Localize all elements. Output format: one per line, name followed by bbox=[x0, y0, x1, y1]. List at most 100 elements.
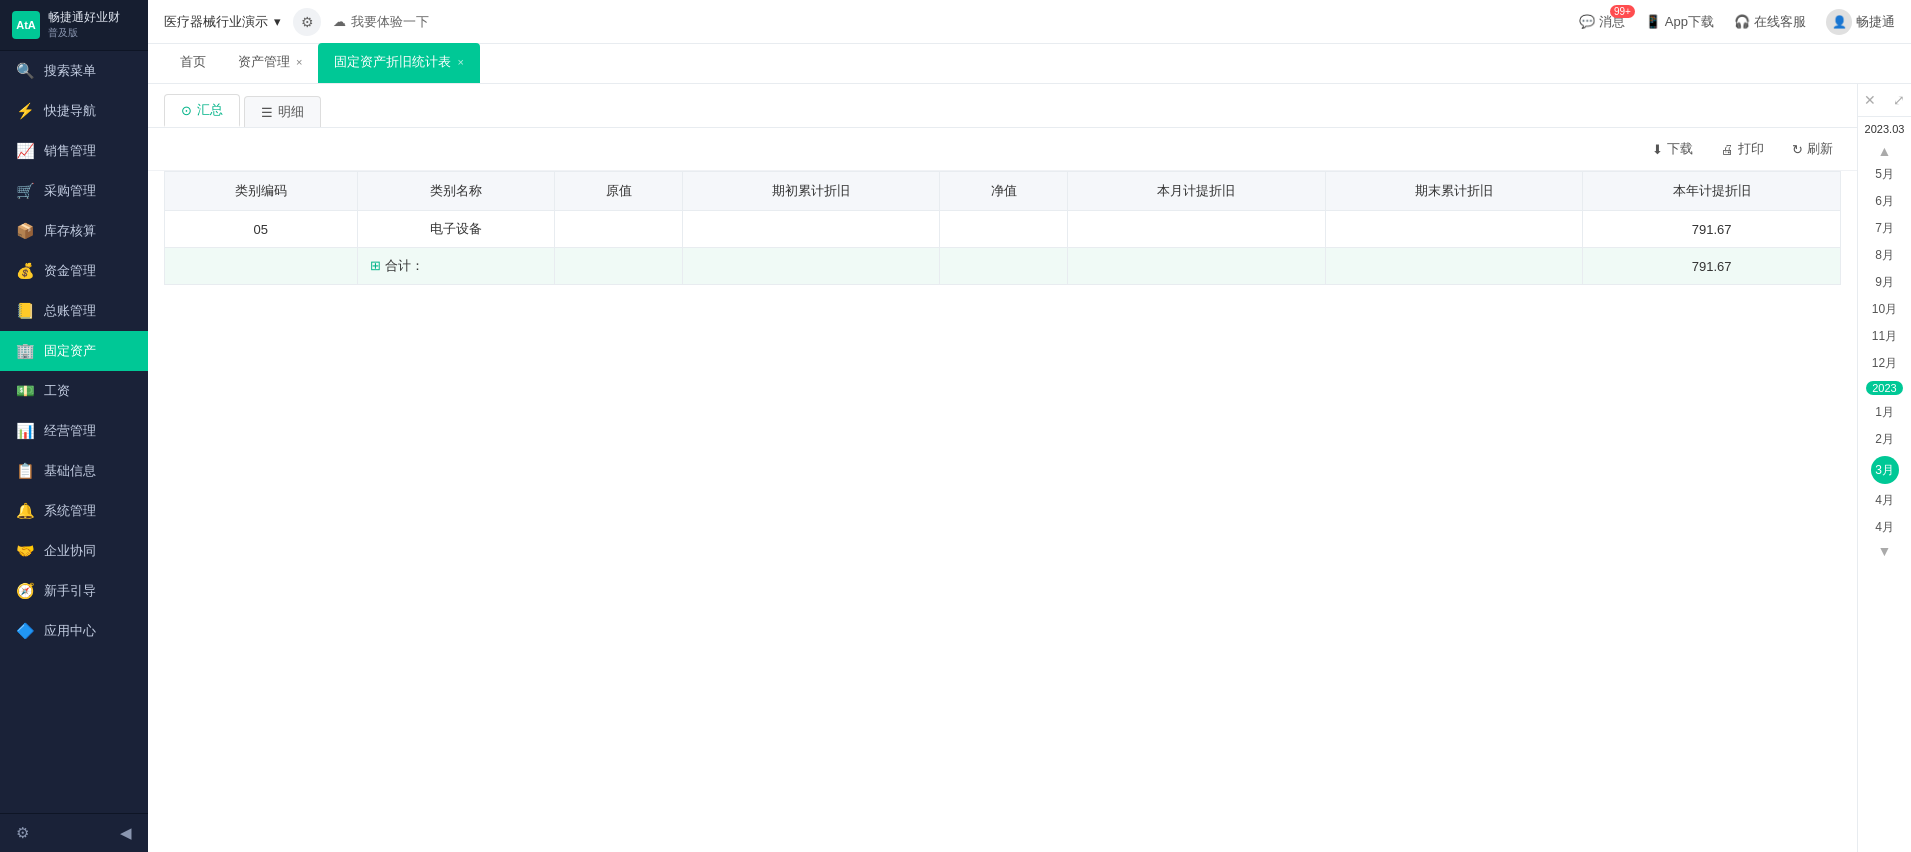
sidebar-icon-app-center: 🔷 bbox=[16, 622, 34, 640]
sidebar-icon-quick-nav: ⚡ bbox=[16, 102, 34, 120]
sidebar-item-funds[interactable]: 💰 资金管理 bbox=[0, 251, 148, 291]
tab-asset-management[interactable]: 资产管理× bbox=[222, 43, 318, 83]
panel-close-icon[interactable]: ✕ bbox=[1862, 90, 1878, 110]
col-yearly-depreciation: 本年计提折旧 bbox=[1583, 172, 1841, 211]
total-cell-monthly bbox=[1067, 248, 1325, 285]
sidebar-label-enterprise: 企业协同 bbox=[44, 542, 96, 560]
sub-tab-detail[interactable]: ☰ 明细 bbox=[244, 96, 321, 127]
sidebar-item-fixed-assets[interactable]: 🏢 固定资产 bbox=[0, 331, 148, 371]
sidebar-item-sales[interactable]: 📈 销售管理 bbox=[0, 131, 148, 171]
sidebar-item-search[interactable]: 🔍 搜索菜单 bbox=[0, 51, 148, 91]
right-panel: ✕ ⤢ 2023.03 ▲ 5月6月7月8月9月10月11月12月 2023 1… bbox=[1857, 84, 1911, 852]
sidebar-item-system[interactable]: 🔔 系统管理 bbox=[0, 491, 148, 531]
scroll-up-icon[interactable]: ▲ bbox=[1876, 141, 1894, 161]
panel-expand-icon[interactable]: ⤢ bbox=[1891, 90, 1907, 110]
experience-btn[interactable]: ☁ 我要体验一下 bbox=[333, 13, 429, 31]
month-item-2月[interactable]: 2月 bbox=[1871, 426, 1899, 453]
sidebar-app-subtitle: 普及版 bbox=[48, 26, 120, 40]
cell-yearly-0: 791.67 bbox=[1583, 211, 1841, 248]
sub-tab-summary[interactable]: ⊙ 汇总 bbox=[164, 94, 240, 127]
sub-tab-label-detail: 明细 bbox=[278, 103, 304, 121]
col-original-value: 原值 bbox=[555, 172, 683, 211]
cell-name-0: 电子设备 bbox=[357, 211, 555, 248]
sidebar-label-guide: 新手引导 bbox=[44, 582, 96, 600]
sidebar-label-salary: 工资 bbox=[44, 382, 70, 400]
sidebar: AtA 畅捷通好业财 普及版 🔍 搜索菜单 ⚡ 快捷导航 📈 销售管理 🛒 采购… bbox=[0, 0, 148, 852]
month-item-5月[interactable]: 5月 bbox=[1870, 161, 1899, 188]
sidebar-icon-purchase: 🛒 bbox=[16, 182, 34, 200]
month-item-9月[interactable]: 9月 bbox=[1870, 269, 1899, 296]
sidebar-icon-guide: 🧭 bbox=[16, 582, 34, 600]
month-item-3月-active[interactable]: 3月 bbox=[1871, 456, 1899, 484]
panel-date-label: 2023.03 bbox=[1861, 117, 1909, 141]
user-btn[interactable]: 👤 畅捷通 bbox=[1826, 9, 1895, 35]
month-item-7月[interactable]: 7月 bbox=[1870, 215, 1899, 242]
download-btn[interactable]: ⬇ 下载 bbox=[1644, 136, 1701, 162]
sidebar-icon-funds: 💰 bbox=[16, 262, 34, 280]
sub-tab-icon-summary: ⊙ bbox=[181, 103, 192, 118]
sidebar-item-ledger[interactable]: 📒 总账管理 bbox=[0, 291, 148, 331]
sidebar-label-sales: 销售管理 bbox=[44, 142, 96, 160]
sidebar-item-enterprise[interactable]: 🤝 企业协同 bbox=[0, 531, 148, 571]
sub-tabs: ⊙ 汇总 ☰ 明细 bbox=[148, 84, 1857, 128]
month-item-4月[interactable]: 4月 bbox=[1871, 514, 1899, 541]
sidebar-label-funds: 资金管理 bbox=[44, 262, 96, 280]
month-item-10月[interactable]: 10月 bbox=[1870, 296, 1899, 323]
cell-code-0: 05 bbox=[165, 211, 358, 248]
user-label: 畅捷通 bbox=[1856, 13, 1895, 31]
service-btn[interactable]: 🎧 在线客服 bbox=[1734, 13, 1806, 31]
sidebar-label-inventory: 库存核算 bbox=[44, 222, 96, 240]
dropdown-icon: ▾ bbox=[274, 14, 281, 29]
tab-close-asset-management[interactable]: × bbox=[296, 56, 302, 68]
sidebar-item-app-center[interactable]: 🔷 应用中心 bbox=[0, 611, 148, 651]
avatar: 👤 bbox=[1826, 9, 1852, 35]
sidebar-label-fixed-assets: 固定资产 bbox=[44, 342, 96, 360]
print-btn[interactable]: 🖨 打印 bbox=[1713, 136, 1772, 162]
sidebar-label-purchase: 采购管理 bbox=[44, 182, 96, 200]
month-item-1月[interactable]: 1月 bbox=[1871, 399, 1899, 426]
cell-net-0 bbox=[940, 211, 1068, 248]
app-download-label: App下载 bbox=[1665, 13, 1714, 31]
settings-icon[interactable]: ⚙ bbox=[16, 824, 29, 842]
message-badge: 99+ bbox=[1610, 5, 1635, 18]
topbar-settings-icon[interactable]: ⚙ bbox=[293, 8, 321, 36]
tab-home[interactable]: 首页 bbox=[164, 43, 222, 83]
sidebar-icon-salary: 💵 bbox=[16, 382, 34, 400]
company-selector[interactable]: 医疗器械行业演示 ▾ bbox=[164, 13, 281, 31]
panel-months: 5月6月7月8月9月10月11月12月 2023 1月2月3月4月4月 bbox=[1858, 161, 1911, 541]
collapse-icon[interactable]: ◀ bbox=[120, 824, 132, 842]
scroll-down-icon[interactable]: ▼ bbox=[1876, 541, 1894, 561]
month-item-4月[interactable]: 4月 bbox=[1871, 487, 1899, 514]
service-label: 在线客服 bbox=[1754, 13, 1806, 31]
tab-label-depreciation-table: 固定资产折旧统计表 bbox=[334, 53, 451, 71]
topbar-left: 医疗器械行业演示 ▾ ⚙ ☁ 我要体验一下 bbox=[164, 8, 429, 36]
month-item-12月[interactable]: 12月 bbox=[1870, 350, 1899, 377]
sidebar-item-quick-nav[interactable]: ⚡ 快捷导航 bbox=[0, 91, 148, 131]
col-period-start-depreciation: 期初累计折旧 bbox=[682, 172, 940, 211]
app-download-btn[interactable]: 📱 App下载 bbox=[1645, 13, 1714, 31]
refresh-label: 刷新 bbox=[1807, 140, 1833, 158]
total-cell-orig bbox=[555, 248, 683, 285]
sidebar-item-inventory[interactable]: 📦 库存核算 bbox=[0, 211, 148, 251]
col-period-end-depreciation: 期末累计折旧 bbox=[1325, 172, 1583, 211]
tab-depreciation-table[interactable]: 固定资产折旧统计表 × bbox=[318, 43, 479, 83]
content-main: ⊙ 汇总 ☰ 明细 ⬇ 下载 🖨 打印 ↻ 刷新 bbox=[148, 84, 1857, 852]
month-item-8月[interactable]: 8月 bbox=[1870, 242, 1899, 269]
sidebar-icon-system: 🔔 bbox=[16, 502, 34, 520]
toolbar: ⬇ 下载 🖨 打印 ↻ 刷新 bbox=[148, 128, 1857, 171]
sidebar-item-basic-info[interactable]: 📋 基础信息 bbox=[0, 451, 148, 491]
month-item-6月[interactable]: 6月 bbox=[1870, 188, 1899, 215]
sidebar-icon-basic-info: 📋 bbox=[16, 462, 34, 480]
total-cell-code bbox=[165, 248, 358, 285]
refresh-btn[interactable]: ↻ 刷新 bbox=[1784, 136, 1841, 162]
sidebar-item-salary[interactable]: 💵 工资 bbox=[0, 371, 148, 411]
cell-orig-0 bbox=[555, 211, 683, 248]
tab-close-depreciation-table[interactable]: × bbox=[457, 56, 463, 68]
message-btn[interactable]: 💬 消息 99+ bbox=[1579, 13, 1625, 31]
phone-icon: 📱 bbox=[1645, 14, 1661, 29]
sidebar-item-operations[interactable]: 📊 经营管理 bbox=[0, 411, 148, 451]
sidebar-label-search: 搜索菜单 bbox=[44, 62, 96, 80]
sidebar-item-purchase[interactable]: 🛒 采购管理 bbox=[0, 171, 148, 211]
month-item-11月[interactable]: 11月 bbox=[1870, 323, 1899, 350]
sidebar-item-guide[interactable]: 🧭 新手引导 bbox=[0, 571, 148, 611]
